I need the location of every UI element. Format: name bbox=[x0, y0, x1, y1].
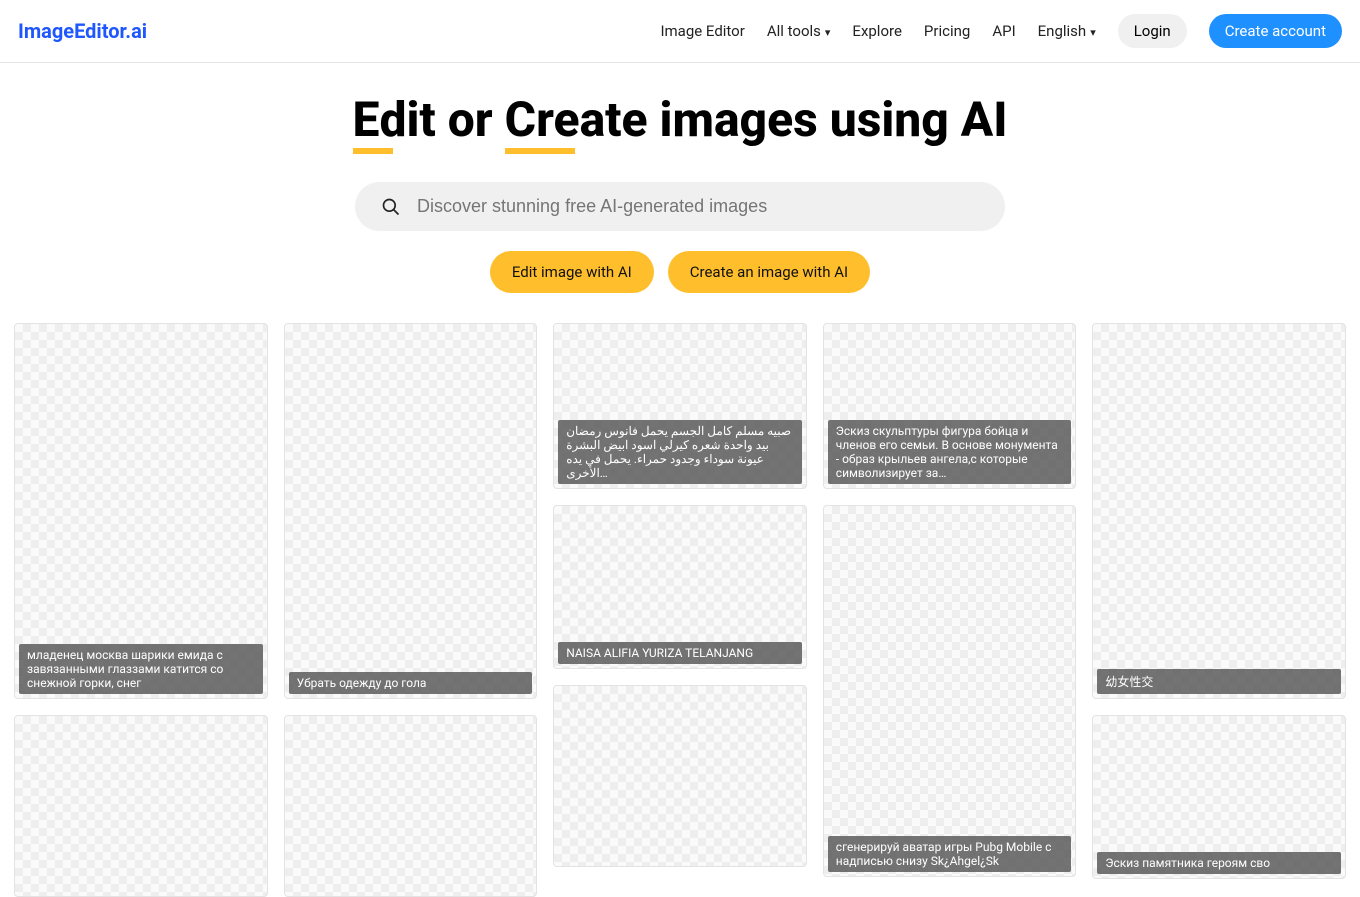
create-account-button[interactable]: Create account bbox=[1209, 14, 1342, 48]
image-caption: 幼女性交 bbox=[1097, 669, 1341, 694]
image-caption: Эскиз памятника героям сво bbox=[1097, 852, 1341, 874]
image-caption: сгенерируй аватар игры Pubg Mobile с над… bbox=[828, 836, 1072, 872]
image-caption: младенец москва шарики емида с завязанны… bbox=[19, 644, 263, 694]
edit-image-button[interactable]: Edit image with AI bbox=[490, 251, 654, 293]
main-nav: Image Editor All tools▾ Explore Pricing … bbox=[660, 14, 1342, 48]
page-headline: Edit or Create images using AI bbox=[0, 91, 1360, 148]
image-card[interactable] bbox=[284, 715, 538, 897]
chevron-down-icon: ▾ bbox=[825, 26, 831, 39]
image-card[interactable]: صبيه مسلم كامل الجسم يحمل فانوس رمضان بي… bbox=[553, 323, 807, 489]
action-buttons: Edit image with AI Create an image with … bbox=[0, 251, 1360, 293]
login-button[interactable]: Login bbox=[1118, 14, 1187, 48]
nav-language[interactable]: English▾ bbox=[1038, 22, 1096, 40]
image-card[interactable]: Убрать одежду до гола bbox=[284, 323, 538, 699]
image-grid: младенец москва шарики емида с завязанны… bbox=[0, 323, 1360, 897]
nav-pricing[interactable]: Pricing bbox=[924, 22, 970, 40]
image-card[interactable]: Эскиз памятника героям сво bbox=[1092, 715, 1346, 879]
image-card[interactable]: младенец москва шарики емида с завязанны… bbox=[14, 323, 268, 699]
search-bar[interactable] bbox=[355, 182, 1005, 231]
image-card[interactable] bbox=[553, 685, 807, 867]
nav-explore[interactable]: Explore bbox=[852, 22, 902, 40]
image-caption: صبيه مسلم كامل الجسم يحمل فانوس رمضان بي… bbox=[558, 420, 802, 484]
brand-logo[interactable]: ImageEditor.ai bbox=[18, 19, 147, 43]
search-icon bbox=[381, 197, 401, 217]
image-card[interactable] bbox=[14, 715, 268, 897]
image-caption: Убрать одежду до гола bbox=[289, 672, 533, 694]
image-caption: Эскиз скульптуры фигура бойца и членов е… bbox=[828, 420, 1072, 484]
nav-api[interactable]: API bbox=[992, 22, 1015, 40]
image-card[interactable]: сгенерируй аватар игры Pubg Mobile с над… bbox=[823, 505, 1077, 877]
nav-image-editor[interactable]: Image Editor bbox=[660, 22, 744, 40]
chevron-down-icon: ▾ bbox=[1090, 26, 1096, 39]
create-image-button[interactable]: Create an image with AI bbox=[668, 251, 870, 293]
nav-all-tools[interactable]: All tools▾ bbox=[767, 22, 831, 40]
search-input[interactable] bbox=[417, 196, 979, 217]
image-card[interactable]: Эскиз скульптуры фигура бойца и членов е… bbox=[823, 323, 1077, 489]
image-caption: NAISA ALIFIA YURIZA TELANJANG bbox=[558, 642, 802, 664]
image-card[interactable]: 幼女性交 bbox=[1092, 323, 1346, 699]
image-card[interactable]: NAISA ALIFIA YURIZA TELANJANG bbox=[553, 505, 807, 669]
